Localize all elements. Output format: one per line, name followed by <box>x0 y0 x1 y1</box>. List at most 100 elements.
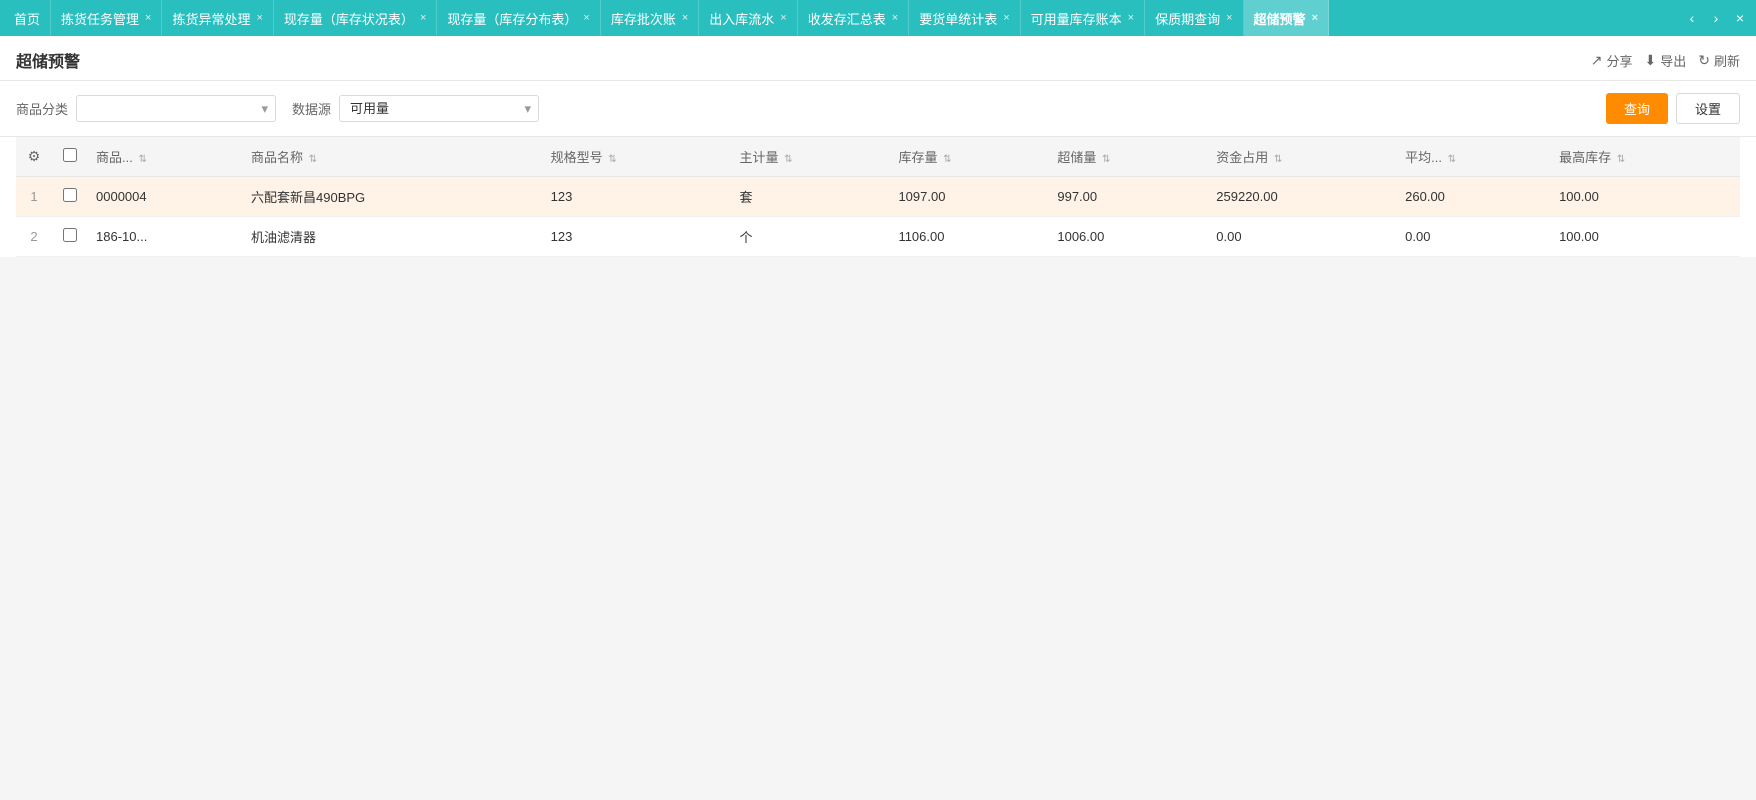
category-select-wrapper <box>76 95 276 122</box>
row-capital-0: 259220.00 <box>1208 177 1397 217</box>
nav-item-batch[interactable]: 库存批次账 × <box>601 0 699 36</box>
col-settings: ⚙ <box>16 137 52 177</box>
sort-unit-icon: ⇅ <box>784 154 792 165</box>
share-icon: ↗ <box>1591 52 1603 69</box>
nav-close-button[interactable]: × <box>1728 0 1752 36</box>
row-checkbox-1 <box>52 217 88 257</box>
datasource-label: 数据源 <box>292 99 331 118</box>
sort-overflow-icon: ⇅ <box>1102 154 1110 165</box>
table-row: 2 186-10... 机油滤清器 123 个 1106.00 1006.00 … <box>16 217 1740 257</box>
col-header-max-stock[interactable]: 最高库存 ⇅ <box>1551 137 1740 177</box>
col-header-unit[interactable]: 主计量 ⇅ <box>732 137 891 177</box>
page-title: 超储预警 <box>16 48 1591 72</box>
row-avg-0: 260.00 <box>1397 177 1551 217</box>
row-avg-1: 0.00 <box>1397 217 1551 257</box>
header-actions: ↗ 分享 ⬇ 导出 ↻ 刷新 <box>1591 51 1740 70</box>
nav-item-stock-dist[interactable]: 现存量（库存分布表） × <box>437 0 600 36</box>
row-select-0[interactable] <box>63 188 77 202</box>
row-name-1: 机油滤清器 <box>243 217 543 257</box>
row-capital-1: 0.00 <box>1208 217 1397 257</box>
nav-item-order-stat[interactable]: 要货单统计表 × <box>909 0 1020 36</box>
row-spec-1: 123 <box>543 217 732 257</box>
row-unit-1: 个 <box>732 217 891 257</box>
sort-spec-icon: ⇅ <box>608 154 616 165</box>
row-unit-0: 套 <box>732 177 891 217</box>
sort-capital-icon: ⇅ <box>1274 154 1282 165</box>
datasource-filter-group: 数据源 可用量 库存量 <box>292 95 539 122</box>
row-code-1: 186-10... <box>88 217 243 257</box>
row-num-1: 2 <box>16 217 52 257</box>
row-stock-0: 1097.00 <box>890 177 1049 217</box>
col-header-spec[interactable]: 规格型号 ⇅ <box>543 137 732 177</box>
refresh-button[interactable]: ↻ 刷新 <box>1698 51 1740 70</box>
sort-code-icon: ⇅ <box>138 154 146 165</box>
row-select-1[interactable] <box>63 228 77 242</box>
table-header-row: ⚙ 商品... ⇅ 商品名称 ⇅ 规格型号 ⇅ <box>16 137 1740 177</box>
sort-stock-icon: ⇅ <box>943 154 951 165</box>
nav-item-pick-task[interactable]: 拣货任务管理 × <box>51 0 162 36</box>
col-header-name[interactable]: 商品名称 ⇅ <box>243 137 543 177</box>
nav-close-pick-task[interactable]: × <box>145 12 151 24</box>
filter-bar: 商品分类 数据源 可用量 库存量 查询 设置 <box>0 81 1756 137</box>
nav-item-inout-flow[interactable]: 出入库流水 × <box>699 0 797 36</box>
table-settings-icon[interactable]: ⚙ <box>28 148 41 164</box>
nav-close-overstock[interactable]: × <box>1312 12 1318 24</box>
nav-close-inout-flow[interactable]: × <box>780 12 786 24</box>
row-spec-0: 123 <box>543 177 732 217</box>
nav-close-order-stat[interactable]: × <box>1003 12 1009 24</box>
category-label: 商品分类 <box>16 99 68 118</box>
row-max-stock-1: 100.00 <box>1551 217 1740 257</box>
nav-item-overstock[interactable]: 超储预警 × <box>1244 0 1329 36</box>
table-row: 1 0000004 六配套新昌490BPG 123 套 1097.00 997.… <box>16 177 1740 217</box>
col-header-capital[interactable]: 资金占用 ⇅ <box>1208 137 1397 177</box>
datasource-select[interactable]: 可用量 库存量 <box>339 95 539 122</box>
nav-close-stock-dist[interactable]: × <box>583 12 589 24</box>
col-header-checkbox <box>52 137 88 177</box>
col-header-overflow[interactable]: 超储量 ⇅ <box>1049 137 1208 177</box>
nav-close-stock-status[interactable]: × <box>420 12 426 24</box>
select-all-checkbox[interactable] <box>63 148 77 162</box>
sort-avg-icon: ⇅ <box>1448 154 1456 165</box>
datasource-select-wrapper: 可用量 库存量 <box>339 95 539 122</box>
nav-item-collect[interactable]: 收发存汇总表 × <box>798 0 909 36</box>
filter-actions: 查询 设置 <box>1606 93 1740 124</box>
sort-max-stock-icon: ⇅ <box>1617 154 1625 165</box>
nav-next-button[interactable]: › <box>1704 0 1728 36</box>
nav-arrows: ‹ › × <box>1680 0 1752 36</box>
export-button[interactable]: ⬇ 导出 <box>1645 51 1687 70</box>
col-header-stock[interactable]: 库存量 ⇅ <box>890 137 1049 177</box>
row-checkbox-0 <box>52 177 88 217</box>
export-icon: ⬇ <box>1645 52 1657 69</box>
nav-close-quality[interactable]: × <box>1226 12 1232 24</box>
page-header: 超储预警 ↗ 分享 ⬇ 导出 ↻ 刷新 <box>0 36 1756 81</box>
col-header-code[interactable]: 商品... ⇅ <box>88 137 243 177</box>
nav-item-home[interactable]: 首页 <box>4 0 51 36</box>
row-stock-1: 1106.00 <box>890 217 1049 257</box>
nav-close-batch[interactable]: × <box>682 12 688 24</box>
row-name-0: 六配套新昌490BPG <box>243 177 543 217</box>
nav-close-available[interactable]: × <box>1128 12 1134 24</box>
query-button[interactable]: 查询 <box>1606 93 1668 124</box>
table-wrapper: ⚙ 商品... ⇅ 商品名称 ⇅ 规格型号 ⇅ <box>0 137 1756 257</box>
nav-prev-button[interactable]: ‹ <box>1680 0 1704 36</box>
nav-close-collect[interactable]: × <box>892 12 898 24</box>
settings-button[interactable]: 设置 <box>1676 93 1740 124</box>
nav-item-pick-exception[interactable]: 拣货异常处理 × <box>162 0 273 36</box>
refresh-icon: ↻ <box>1698 52 1710 69</box>
row-code-0: 0000004 <box>88 177 243 217</box>
nav-item-quality[interactable]: 保质期查询 × <box>1145 0 1243 36</box>
row-num-0: 1 <box>16 177 52 217</box>
top-nav: 首页 拣货任务管理 × 拣货异常处理 × 现存量（库存状况表） × 现存量（库存… <box>0 0 1756 36</box>
nav-close-pick-exception[interactable]: × <box>256 12 262 24</box>
row-overflow-1: 1006.00 <box>1049 217 1208 257</box>
nav-item-available[interactable]: 可用量库存账本 × <box>1021 0 1145 36</box>
category-select[interactable] <box>76 95 276 122</box>
nav-item-stock-status[interactable]: 现存量（库存状况表） × <box>274 0 437 36</box>
row-overflow-0: 997.00 <box>1049 177 1208 217</box>
page-container: 超储预警 ↗ 分享 ⬇ 导出 ↻ 刷新 商品分类 <box>0 36 1756 257</box>
sort-name-icon: ⇅ <box>309 154 317 165</box>
table-body: 1 0000004 六配套新昌490BPG 123 套 1097.00 997.… <box>16 177 1740 257</box>
data-table: ⚙ 商品... ⇅ 商品名称 ⇅ 规格型号 ⇅ <box>16 137 1740 257</box>
col-header-avg[interactable]: 平均... ⇅ <box>1397 137 1551 177</box>
share-button[interactable]: ↗ 分享 <box>1591 51 1633 70</box>
